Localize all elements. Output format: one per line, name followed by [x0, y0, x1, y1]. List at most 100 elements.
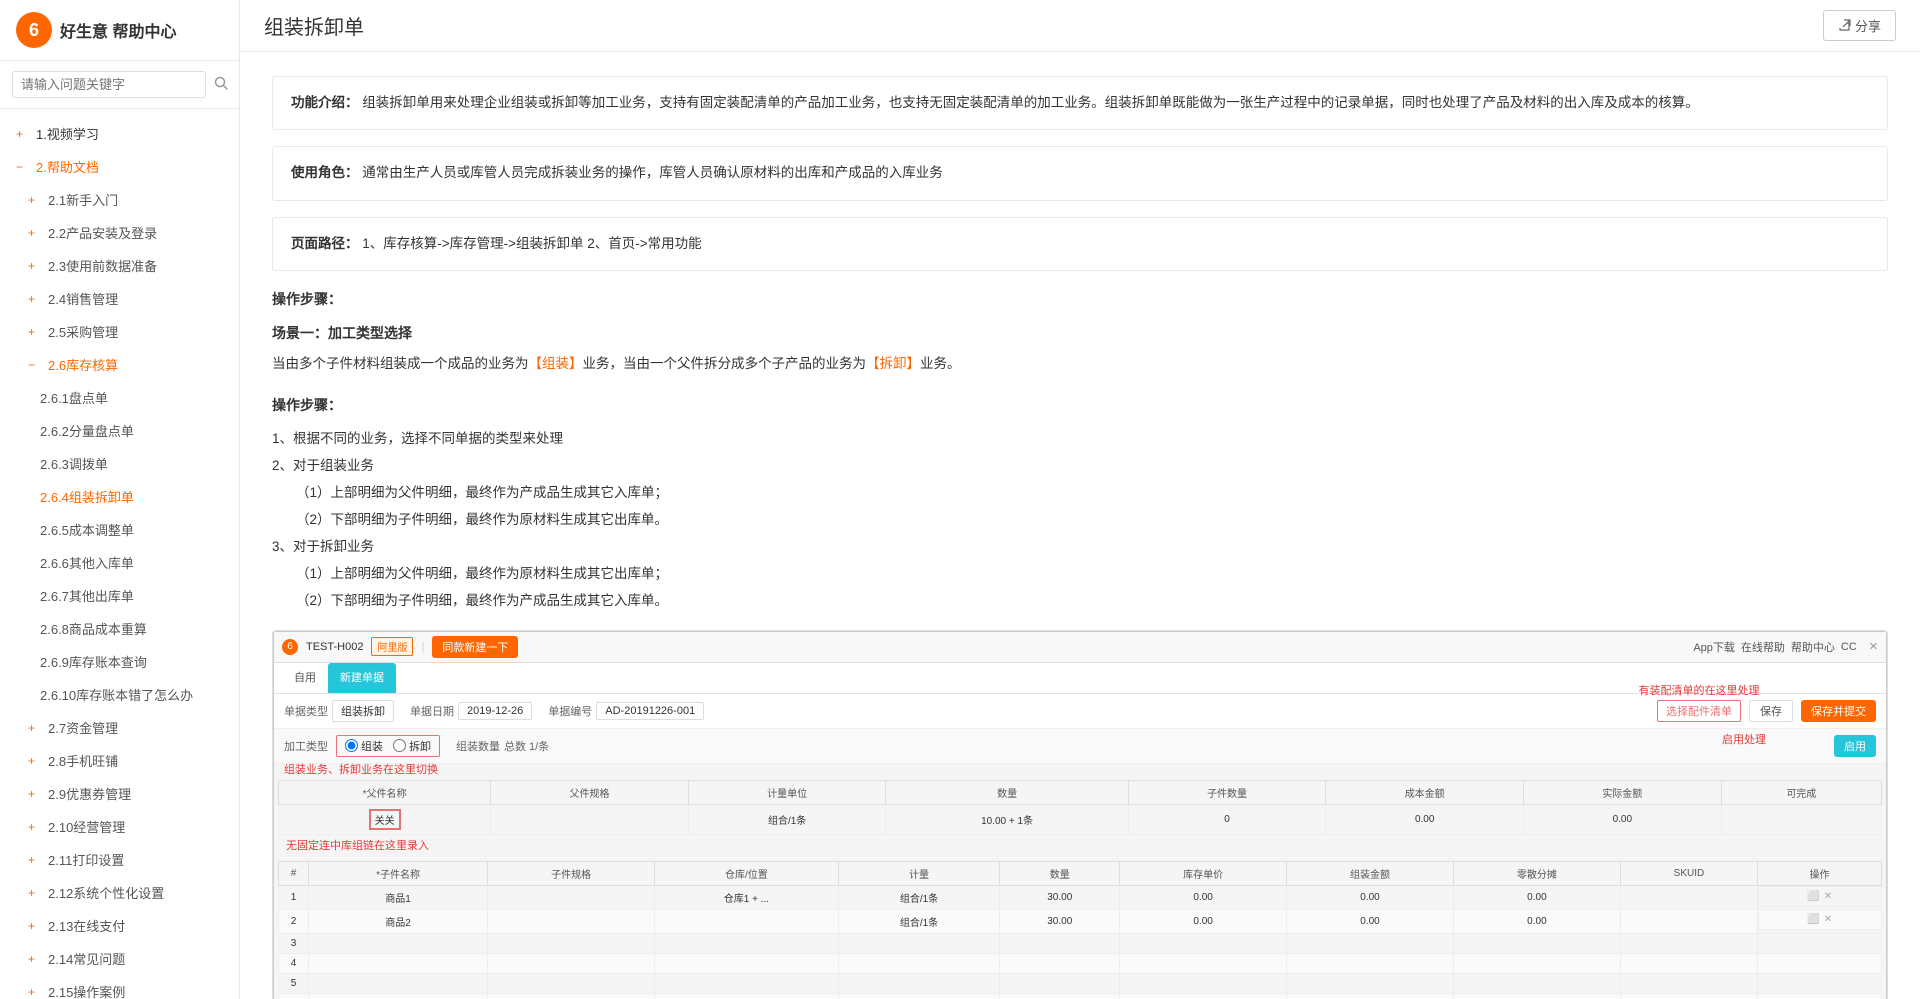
- sidebar-item-2-6-4[interactable]: 2.6.4组装拆卸单: [0, 480, 239, 513]
- date-label: 单据日期: [410, 703, 454, 719]
- sidebar-item-2-6-8[interactable]: 2.6.8商品成本重算: [0, 612, 239, 645]
- search-button[interactable]: [210, 74, 232, 95]
- expand-icon-2-8: +: [28, 754, 42, 768]
- sidebar-item-2-13-label: 2.13在线支付: [48, 916, 125, 935]
- app-help-online[interactable]: 在线帮助: [1741, 639, 1785, 655]
- sidebar-item-2-3-label: 2.3使用前数据准备: [48, 256, 157, 275]
- lower-th-unit: 计量: [838, 861, 1000, 885]
- lower-th-sku: SKUID: [1620, 861, 1757, 885]
- save-submit-btn[interactable]: 保存并提交: [1801, 700, 1876, 722]
- upper-table: *父件名称 父件规格 计量单位 数量 子件数量 成本金额 实际金额 可完成: [278, 780, 1882, 835]
- op-steps2-label: 操作步骤：: [272, 395, 1888, 415]
- sidebar-item-1-label: 1.视频学习: [36, 124, 99, 143]
- lower-table-section: # *子件名称 子件规格 仓库/位置 计量 数量 库存单价 组装金额 零散分摊 …: [274, 861, 1886, 999]
- sidebar-item-2-9[interactable]: + 2.9优惠券管理: [0, 777, 239, 810]
- upper-td-unit-1: 组合/1条: [688, 804, 886, 834]
- sidebar-item-2-10[interactable]: + 2.10经营管理: [0, 810, 239, 843]
- sidebar-item-2-6-7[interactable]: 2.6.7其他出库单: [0, 579, 239, 612]
- sidebar-item-2-6-9[interactable]: 2.6.9库存账本查询: [0, 645, 239, 678]
- scene1-label: 场景一：加工类型选择: [272, 323, 1888, 343]
- lower-td-spec-1: [488, 885, 655, 909]
- sidebar-item-2-4[interactable]: + 2.4销售管理: [0, 282, 239, 315]
- radio-assembly-input[interactable]: [345, 739, 358, 752]
- lower-table: # *子件名称 子件规格 仓库/位置 计量 数量 库存单价 组装金额 零散分摊 …: [278, 861, 1882, 999]
- upper-td-cost-1: 0.00: [1326, 804, 1524, 834]
- lower-td-no-1: 1: [279, 885, 309, 909]
- sidebar-item-2-7[interactable]: + 2.7资金管理: [0, 711, 239, 744]
- share-button[interactable]: 分享: [1823, 10, 1896, 41]
- search-input[interactable]: [12, 71, 206, 98]
- radio-disassembly-input[interactable]: [393, 739, 406, 752]
- copy-icon-2[interactable]: ⬜: [1807, 914, 1819, 925]
- sidebar-item-2-15[interactable]: + 2.15操作案例: [0, 975, 239, 999]
- sidebar-item-2-5[interactable]: + 2.5采购管理: [0, 315, 239, 348]
- sidebar-item-2-6-1[interactable]: 2.6.1盘点单: [0, 381, 239, 414]
- nav-tab-new[interactable]: 新建单据: [328, 663, 396, 693]
- sidebar-item-2-6-10[interactable]: 2.6.10库存账本错了怎么办: [0, 678, 239, 711]
- sidebar-item-2-1[interactable]: + 2.1新手入门: [0, 183, 239, 216]
- billno-value: AD-20191226-001: [596, 702, 704, 720]
- expand-icon-2-14: +: [28, 952, 42, 966]
- lower-th-name: *子件名称: [309, 861, 488, 885]
- sidebar-item-2-13[interactable]: + 2.13在线支付: [0, 909, 239, 942]
- scene1-desc: 当由多个子件材料组装成一个成品的业务为【组装】业务，当由一个父件拆分成多个子产品…: [272, 351, 1888, 377]
- lower-table-row-3: 3: [279, 933, 1882, 953]
- content-area: 功能介绍： 组装拆卸单用来处理企业组装或拆卸等加工业务，支持有固定装配清单的产品…: [240, 52, 1920, 999]
- save-btn[interactable]: 保存: [1749, 700, 1793, 722]
- expand-icon-2-11: +: [28, 853, 42, 867]
- lower-th-spec: 子件规格: [488, 861, 655, 885]
- billno-label: 单据编号: [548, 703, 592, 719]
- sidebar-item-2-11[interactable]: + 2.11打印设置: [0, 843, 239, 876]
- sidebar-item-2-12[interactable]: + 2.12系统个性化设置: [0, 876, 239, 909]
- lower-td-name-1: 商品1: [309, 885, 488, 909]
- sidebar-item-2-6-2[interactable]: 2.6.2分量盘点单: [0, 414, 239, 447]
- lower-th-qty: 数量: [1000, 861, 1120, 885]
- select-parts-list-btn[interactable]: 选择配件清单: [1657, 700, 1741, 722]
- lower-td-qty-2: 30.00: [1000, 909, 1120, 933]
- toolbar-right: 有装配清单的在这里处理 选择配件清单 保存 保存并提交: [720, 700, 1876, 722]
- upper-th-unit: 计量单位: [688, 780, 886, 804]
- sidebar-item-2-14[interactable]: + 2.14常见问题: [0, 942, 239, 975]
- app-new-btn[interactable]: 同款新建一下: [432, 636, 518, 658]
- nav-tab-ziyu[interactable]: 自用: [282, 663, 328, 693]
- app-download[interactable]: App下载: [1693, 639, 1735, 655]
- sidebar-item-2-6[interactable]: − 2.6库存核算: [0, 348, 239, 381]
- expand-icon-2-9: +: [28, 787, 42, 801]
- qty-value: 总数 1/条: [504, 738, 549, 754]
- radio-assembly[interactable]: 组装: [345, 738, 383, 754]
- lower-table-row-4: 4: [279, 953, 1882, 973]
- app-close-icon[interactable]: ✕: [1869, 640, 1878, 653]
- expand-icon-2-13: +: [28, 919, 42, 933]
- sidebar-item-2-4-label: 2.4销售管理: [48, 289, 118, 308]
- app-id: TEST-H002: [306, 641, 363, 653]
- lower-td-asm-2: 0.00: [1287, 909, 1454, 933]
- step-2: 2、对于组装业务: [272, 452, 1888, 479]
- sidebar-item-1[interactable]: + 1.视频学习: [0, 117, 239, 150]
- sidebar-item-2-8[interactable]: + 2.8手机旺铺: [0, 744, 239, 777]
- lower-td-unit-1: 组合/1条: [838, 885, 1000, 909]
- step-2-2: （2）下部明细为子件明细，最终作为原材料生成其它出库单。: [272, 506, 1888, 533]
- sidebar-item-2-6-1-label: 2.6.1盘点单: [40, 388, 108, 407]
- process-type-radio-group: 组装 拆卸: [336, 735, 440, 757]
- app-cc[interactable]: CC: [1841, 641, 1857, 653]
- sidebar-item-2-6-5[interactable]: 2.6.5成本调整单: [0, 513, 239, 546]
- app-help-center[interactable]: 帮助中心: [1791, 639, 1835, 655]
- sidebar-item-2-2[interactable]: + 2.2产品安装及登录: [0, 216, 239, 249]
- delete-icon-1[interactable]: ✕: [1824, 891, 1832, 902]
- copy-icon-1[interactable]: ⬜: [1807, 891, 1819, 902]
- enable-btn[interactable]: 启用: [1834, 735, 1876, 757]
- step-3-2: （2）下部明细为子件明细，最终作为产成品生成其它入库单。: [272, 587, 1888, 614]
- parent-name-cell[interactable]: 关关: [369, 809, 401, 830]
- sidebar-item-2-6-3[interactable]: 2.6.3调拨单: [0, 447, 239, 480]
- sidebar-item-2-14-label: 2.14常见问题: [48, 949, 125, 968]
- app-titlebar-right: App下载 在线帮助 帮助中心 CC ✕: [1693, 639, 1878, 655]
- radio-disassembly[interactable]: 拆卸: [393, 738, 431, 754]
- delete-icon-2[interactable]: ✕: [1824, 914, 1832, 925]
- step-1: 1、根据不同的业务，选择不同单据的类型来处理: [272, 425, 1888, 452]
- page-title: 组装拆卸单: [264, 11, 364, 40]
- sidebar-item-2-3[interactable]: + 2.3使用前数据准备: [0, 249, 239, 282]
- sidebar-item-2-6-6[interactable]: 2.6.6其他入库单: [0, 546, 239, 579]
- collapse-icon-2: −: [16, 160, 30, 174]
- assembly-link: 【组装】: [529, 356, 583, 371]
- sidebar-item-2[interactable]: − 2.帮助文档: [0, 150, 239, 183]
